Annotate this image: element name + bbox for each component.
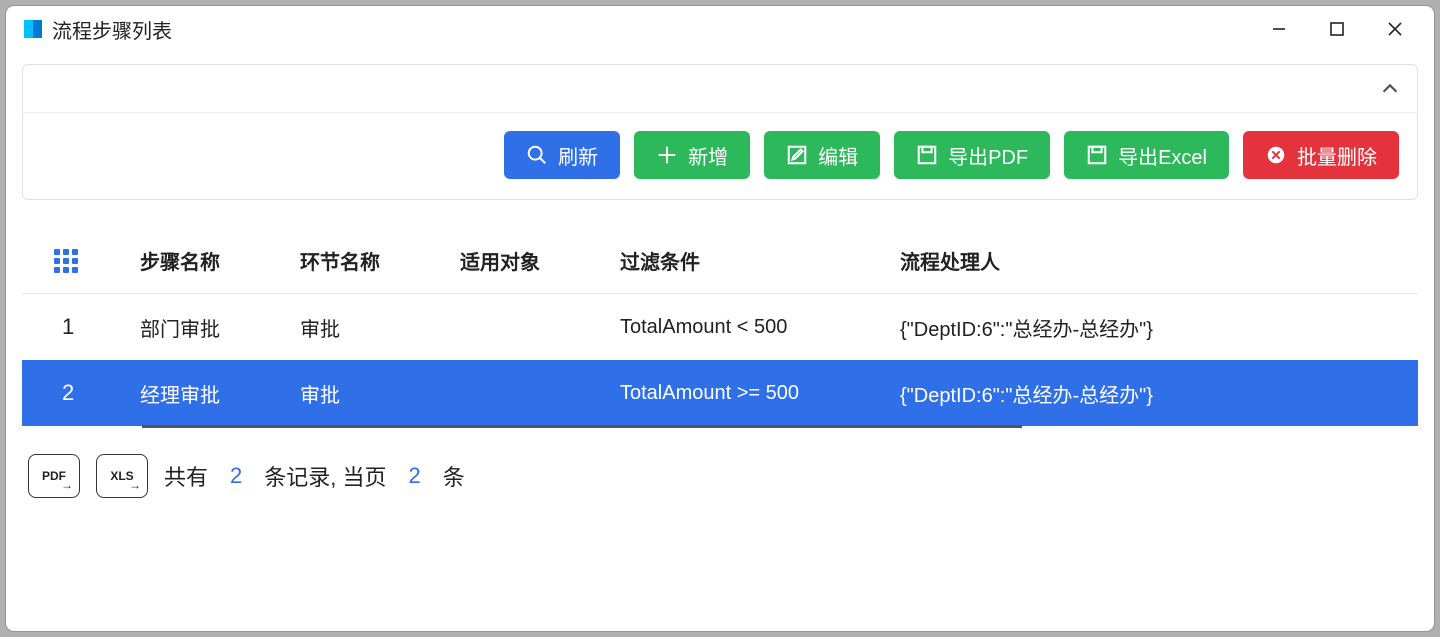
app-icon — [24, 20, 42, 38]
chevron-up-icon — [1379, 78, 1401, 100]
cell-step-name: 经理审批 — [140, 379, 300, 408]
table-row[interactable]: 1 部门审批 审批 TotalAmount < 500 {"DeptID:6":… — [22, 294, 1418, 360]
edit-label: 编辑 — [818, 141, 858, 170]
export-xls-small-button[interactable]: XLS→ — [96, 454, 148, 498]
export-pdf-small-button[interactable]: PDF→ — [28, 454, 80, 498]
arrow-right-icon: → — [129, 478, 141, 492]
maximize-button[interactable] — [1308, 9, 1366, 49]
save-icon — [1086, 144, 1108, 166]
pager-text: 条 — [443, 460, 465, 492]
horizontal-scrollbar[interactable] — [142, 425, 1022, 428]
minimize-button[interactable] — [1250, 9, 1308, 49]
close-circle-icon — [1265, 144, 1287, 166]
action-panel: 刷新 新增 编辑 导出PDF 导出Excel — [22, 64, 1418, 200]
edit-button[interactable]: 编辑 — [764, 131, 880, 179]
pager-page-count: 2 — [403, 463, 427, 489]
window-title: 流程步骤列表 — [52, 15, 172, 44]
titlebar: 流程步骤列表 — [6, 6, 1434, 52]
refresh-button[interactable]: 刷新 — [504, 131, 620, 179]
cell-handler: {"DeptID:6":"总经办-总经办"} — [900, 379, 1418, 408]
cell-filter: TotalAmount < 500 — [620, 316, 900, 339]
pager-text: 共有 — [164, 460, 208, 492]
arrow-right-icon: → — [61, 478, 73, 492]
export-excel-label: 导出Excel — [1118, 141, 1207, 170]
cell-node-name: 审批 — [300, 379, 460, 408]
panel-collapse-header[interactable] — [23, 65, 1417, 113]
export-pdf-button[interactable]: 导出PDF — [894, 131, 1050, 179]
add-label: 新增 — [688, 141, 728, 170]
col-handler[interactable]: 流程处理人 — [900, 246, 1418, 275]
save-icon — [916, 144, 938, 166]
window-frame: 流程步骤列表 刷新 新增 编辑 — [6, 6, 1434, 631]
col-node-name[interactable]: 环节名称 — [300, 246, 460, 275]
edit-icon — [786, 144, 808, 166]
cell-handler: {"DeptID:6":"总经办-总经办"} — [900, 313, 1418, 342]
cell-node-name: 审批 — [300, 313, 460, 342]
search-icon — [526, 144, 548, 166]
close-button[interactable] — [1366, 9, 1424, 49]
cell-idx: 2 — [40, 380, 140, 406]
pager-text: 条记录, 当页 — [264, 460, 386, 492]
refresh-label: 刷新 — [558, 141, 598, 170]
add-button[interactable]: 新增 — [634, 131, 750, 179]
cell-filter: TotalAmount >= 500 — [620, 382, 900, 405]
table: 步骤名称 环节名称 适用对象 过滤条件 流程处理人 1 部门审批 审批 Tota… — [22, 228, 1418, 428]
export-pdf-label: 导出PDF — [948, 141, 1028, 170]
batch-delete-button[interactable]: 批量删除 — [1243, 131, 1399, 179]
export-excel-button[interactable]: 导出Excel — [1064, 131, 1229, 179]
batch-delete-label: 批量删除 — [1297, 141, 1377, 170]
grid-menu-icon[interactable] — [54, 249, 140, 273]
col-filter[interactable]: 过滤条件 — [620, 246, 900, 275]
plus-icon — [656, 144, 678, 166]
cell-idx: 1 — [40, 314, 140, 340]
table-row[interactable]: 2 经理审批 审批 TotalAmount >= 500 {"DeptID:6"… — [22, 360, 1418, 426]
table-header: 步骤名称 环节名称 适用对象 过滤条件 流程处理人 — [22, 228, 1418, 294]
pager-total: 2 — [224, 463, 248, 489]
col-step-name[interactable]: 步骤名称 — [140, 246, 300, 275]
pager: PDF→ XLS→ 共有 2 条记录, 当页 2 条 — [22, 454, 1418, 498]
cell-step-name: 部门审批 — [140, 313, 300, 342]
col-target[interactable]: 适用对象 — [460, 246, 620, 275]
